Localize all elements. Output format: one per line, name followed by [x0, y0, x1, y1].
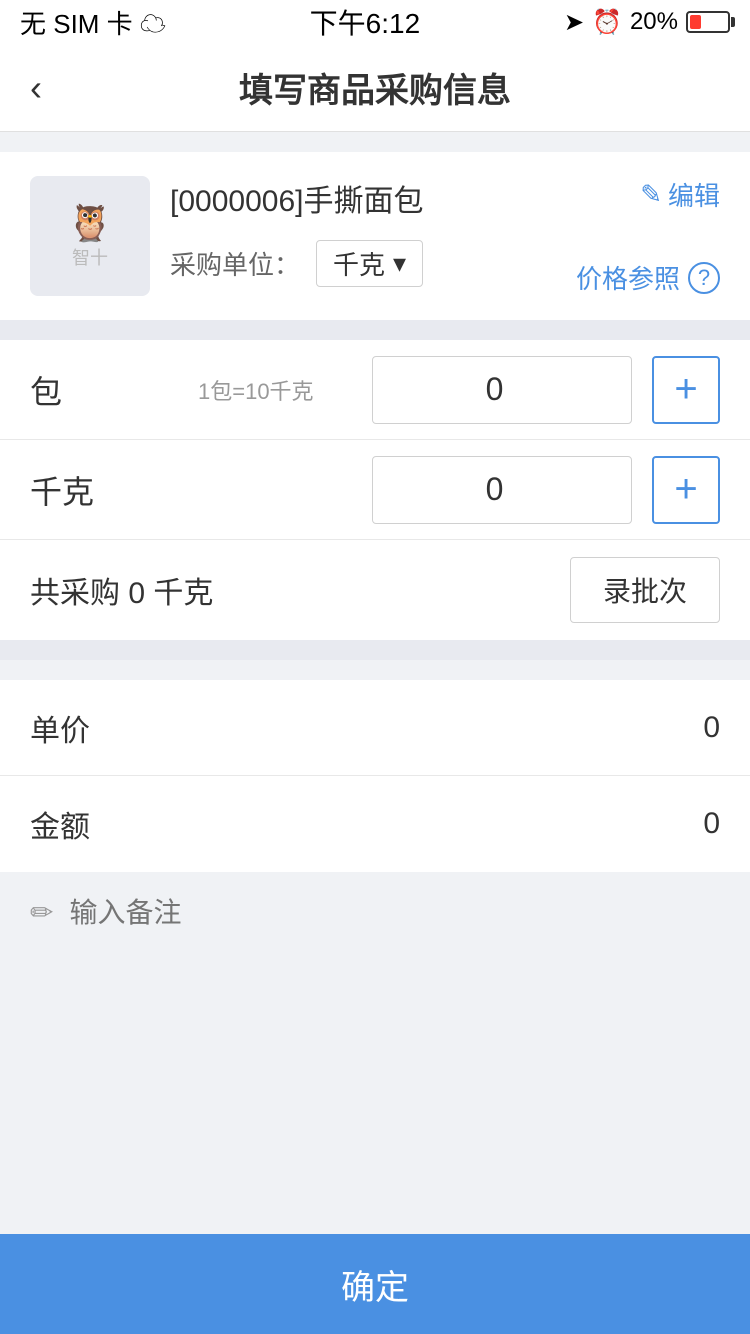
edit-label: 编辑 [668, 176, 720, 213]
kg-input-right: + [190, 456, 720, 524]
help-icon: ? [688, 262, 720, 294]
page-title: 填写商品采购信息 [239, 63, 511, 112]
bottom-spacer [0, 953, 750, 1053]
back-button[interactable]: ‹ [30, 67, 42, 109]
input-section: 包 1包=10千克 + 千克 + 共采购 0 千克 录批次 [0, 340, 750, 640]
battery-percent: 20% [630, 8, 678, 36]
owl-subtext: 智十 [72, 244, 108, 270]
sim-label: 无 SIM 卡 ☁ [20, 4, 166, 41]
bag-input-row: 包 1包=10千克 + [0, 340, 750, 440]
battery-icon [686, 11, 730, 33]
price-section: 单价 0 金额 0 [0, 680, 750, 872]
pencil-icon: ✏ [30, 896, 53, 929]
location-icon: ➤ [564, 8, 584, 37]
amount-value: 0 [703, 807, 720, 841]
unit-value: 千克 [333, 245, 385, 282]
bag-quantity-input[interactable] [372, 356, 632, 424]
amount-row: 金额 0 [0, 776, 750, 872]
summary-row: 共采购 0 千克 录批次 [0, 540, 750, 640]
kg-label: 千克 [30, 467, 190, 513]
product-image: 🦉 智十 [30, 176, 150, 296]
unit-price-label: 单价 [30, 706, 90, 750]
unit-label: 采购单位： [170, 245, 300, 282]
dropdown-icon: ▾ [393, 248, 406, 279]
status-left: 无 SIM 卡 ☁ [20, 4, 166, 41]
price-ref-button[interactable]: 价格参照 ? [576, 259, 720, 296]
status-right: ➤ ⏰ 20% [564, 8, 730, 37]
amount-label: 金额 [30, 802, 90, 846]
edit-icon: ✎ [640, 179, 662, 210]
bag-plus-button[interactable]: + [652, 356, 720, 424]
product-name: [0000006]手撕面包 [170, 176, 720, 220]
alarm-icon: ⏰ [592, 8, 622, 37]
status-bar: 无 SIM 卡 ☁ 下午6:12 ➤ ⏰ 20% [0, 0, 750, 44]
kg-quantity-input[interactable] [372, 456, 632, 524]
unit-price-value: 0 [703, 711, 720, 745]
owl-icon: 🦉 [68, 202, 113, 244]
unit-select[interactable]: 千克 ▾ [316, 240, 423, 287]
bag-sublabel: 1包=10千克 [198, 374, 314, 406]
confirm-button[interactable]: 确定 [0, 1234, 750, 1334]
price-ref-label: 价格参照 [576, 259, 680, 296]
batch-button[interactable]: 录批次 [570, 557, 720, 623]
edit-button[interactable]: ✎ 编辑 [640, 176, 720, 213]
kg-plus-button[interactable]: + [652, 456, 720, 524]
summary-text: 共采购 0 千克 [30, 568, 213, 612]
remark-input[interactable] [69, 897, 720, 929]
bag-label: 包 [30, 367, 190, 413]
section-divider-1 [0, 320, 750, 340]
remark-section: ✏ [0, 872, 750, 953]
kg-input-row: 千克 + [0, 440, 750, 540]
product-card: 🦉 智十 [0000006]手撕面包 采购单位： 千克 ▾ ✎ 编辑 价格参照 … [0, 152, 750, 320]
unit-price-row: 单价 0 [0, 680, 750, 776]
bag-input-right: + [314, 356, 720, 424]
nav-bar: ‹ 填写商品采购信息 [0, 44, 750, 132]
section-divider-2 [0, 640, 750, 660]
status-time: 下午6:12 [310, 2, 421, 42]
